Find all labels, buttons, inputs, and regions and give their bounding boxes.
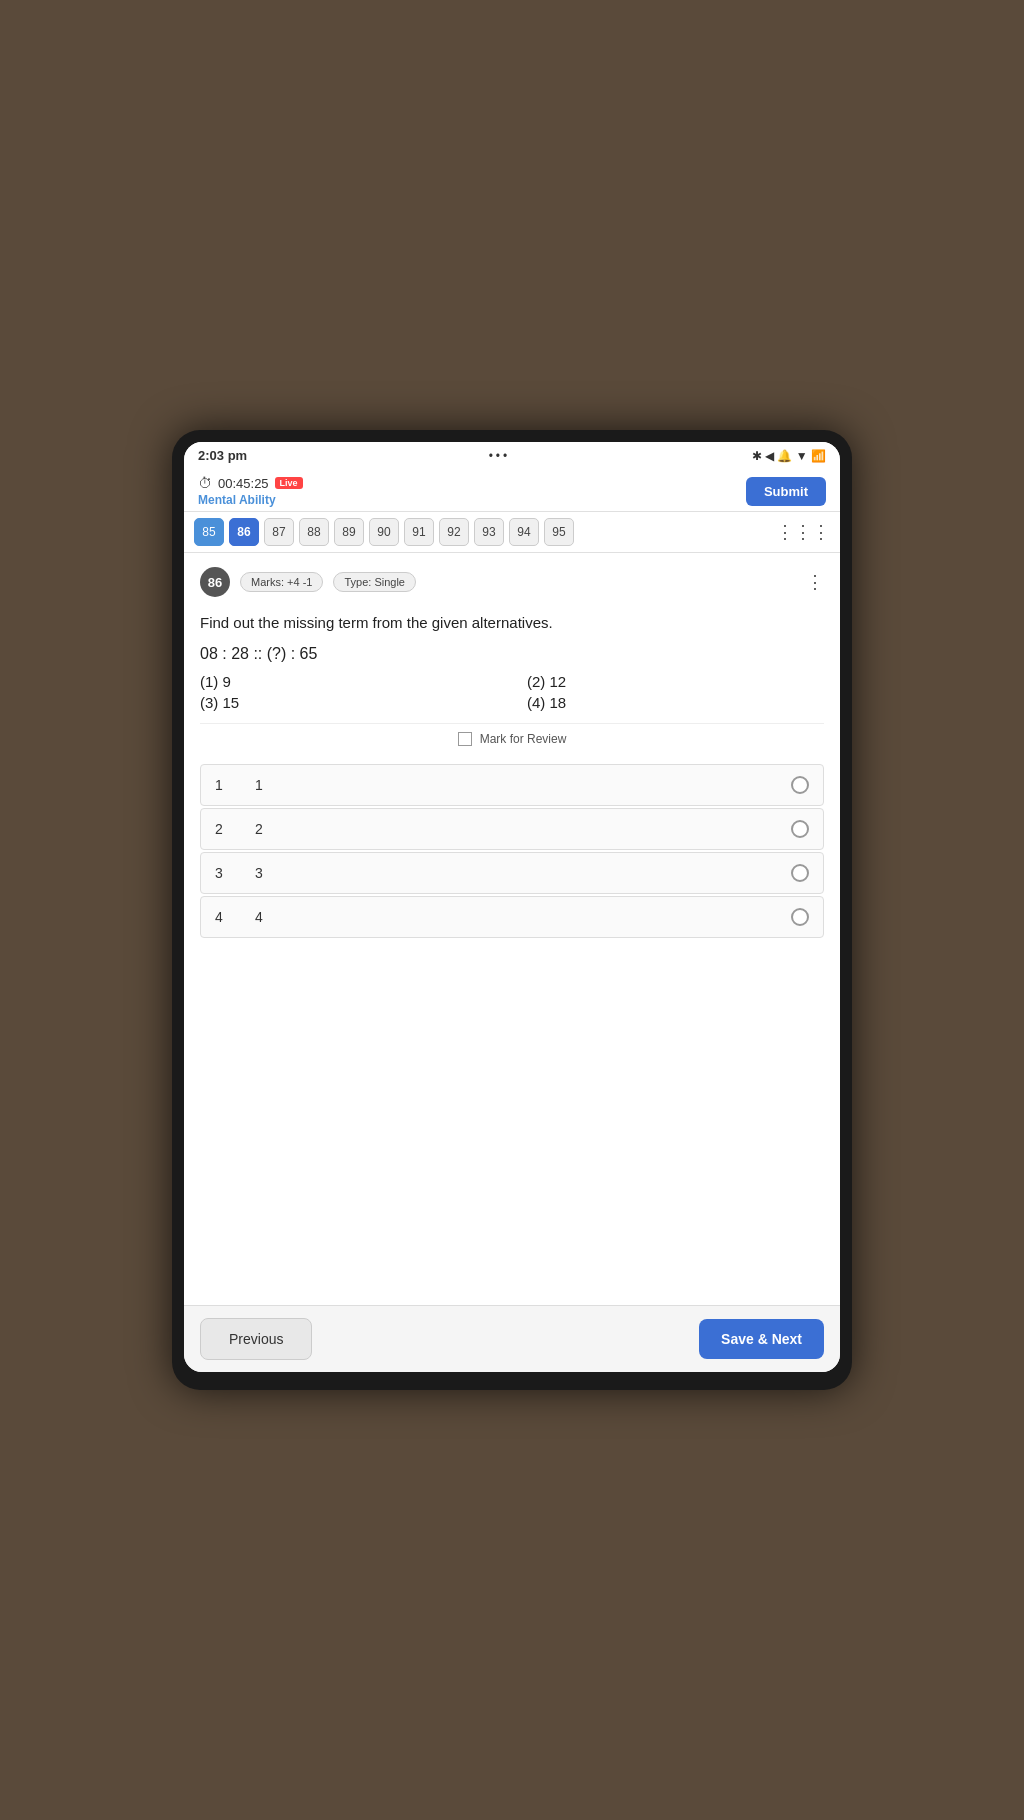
dots-icon: •••: [489, 449, 511, 463]
status-time: 2:03 pm: [198, 448, 247, 463]
option-4-id: (4): [527, 694, 550, 711]
mark-review-row: Mark for Review: [200, 723, 824, 754]
timer-section: ⏱ 00:45:25 Live: [198, 475, 303, 491]
q-tab-87[interactable]: 87: [264, 518, 294, 546]
answer-text-1: 1: [255, 777, 263, 793]
live-badge: Live: [275, 477, 303, 489]
option-3: (3) 15: [200, 694, 497, 711]
answer-text-2: 2: [255, 821, 263, 837]
option-3-value: 15: [223, 694, 240, 711]
answer-num-2: 2: [215, 821, 235, 837]
timer-icon: ⏱: [198, 475, 212, 491]
option-2: (2) 12: [527, 673, 824, 690]
bottom-nav: Previous Save & Next: [184, 1305, 840, 1372]
q-tab-88[interactable]: 88: [299, 518, 329, 546]
q-tab-91[interactable]: 91: [404, 518, 434, 546]
mark-review-checkbox[interactable]: [458, 732, 472, 746]
option-4: (4) 18: [527, 694, 824, 711]
q-tab-95[interactable]: 95: [544, 518, 574, 546]
question-header: 86 Marks: +4 -1 Type: Single ⋮: [200, 567, 824, 597]
header-bar: ⏱ 00:45:25 Live Mental Ability Submit: [184, 469, 840, 512]
radio-2[interactable]: [791, 820, 809, 838]
radio-3[interactable]: [791, 864, 809, 882]
radio-1[interactable]: [791, 776, 809, 794]
previous-button[interactable]: Previous: [200, 1318, 312, 1360]
save-next-button[interactable]: Save & Next: [699, 1319, 824, 1359]
type-badge: Type: Single: [333, 572, 416, 592]
answer-option-3[interactable]: 3 3: [200, 852, 824, 894]
question-text: Find out the missing term from the given…: [200, 611, 824, 635]
more-options-icon[interactable]: ⋮: [806, 571, 824, 593]
q-tab-89[interactable]: 89: [334, 518, 364, 546]
marks-badge: Marks: +4 -1: [240, 572, 323, 592]
subject-label: Mental Ability: [198, 493, 303, 507]
q-tab-86[interactable]: 86: [229, 518, 259, 546]
option-2-value: 12: [550, 673, 567, 690]
q-tab-92[interactable]: 92: [439, 518, 469, 546]
answer-text-3: 3: [255, 865, 263, 881]
option-4-value: 18: [550, 694, 567, 711]
status-bar: 2:03 pm ••• ✱ ◀ 🔔 ▼ 📶: [184, 442, 840, 469]
option-1-id: (1): [200, 673, 223, 690]
answer-option-1[interactable]: 1 1: [200, 764, 824, 806]
option-1: (1) 9: [200, 673, 497, 690]
q-tab-94[interactable]: 94: [509, 518, 539, 546]
q-tab-90[interactable]: 90: [369, 518, 399, 546]
answer-option-4[interactable]: 4 4: [200, 896, 824, 938]
answer-text-4: 4: [255, 909, 263, 925]
q-tab-93[interactable]: 93: [474, 518, 504, 546]
answer-num-1: 1: [215, 777, 235, 793]
tablet-screen: 2:03 pm ••• ✱ ◀ 🔔 ▼ 📶 ⏱ 00:45:25 Live Me…: [184, 442, 840, 1372]
question-equation: 08 : 28 :: (?) : 65: [200, 645, 824, 663]
answer-num-4: 4: [215, 909, 235, 925]
q-tab-85[interactable]: 85: [194, 518, 224, 546]
answer-num-3: 3: [215, 865, 235, 881]
status-icons: ✱ ◀ 🔔 ▼ 📶: [752, 449, 826, 463]
option-2-id: (2): [527, 673, 550, 690]
radio-4[interactable]: [791, 908, 809, 926]
option-1-value: 9: [223, 673, 231, 690]
answer-option-2[interactable]: 2 2: [200, 808, 824, 850]
timer-text: 00:45:25: [218, 476, 269, 491]
option-3-id: (3): [200, 694, 223, 711]
mark-review-label: Mark for Review: [480, 732, 567, 746]
submit-button[interactable]: Submit: [746, 477, 826, 506]
tablet-frame: 2:03 pm ••• ✱ ◀ 🔔 ▼ 📶 ⏱ 00:45:25 Live Me…: [172, 430, 852, 1390]
answer-options: 1 1 2 2 3 3 4 4: [200, 764, 824, 938]
question-area: 86 Marks: +4 -1 Type: Single ⋮ Find out …: [184, 553, 840, 1305]
question-number-badge: 86: [200, 567, 230, 597]
question-tabs: 85 86 87 88 89 90 91 92 93 94 95 ⋮⋮⋮: [184, 512, 840, 553]
grid-icon[interactable]: ⋮⋮⋮: [776, 521, 830, 543]
options-grid: (1) 9 (2) 12 (3) 15 (4) 18: [200, 673, 824, 711]
